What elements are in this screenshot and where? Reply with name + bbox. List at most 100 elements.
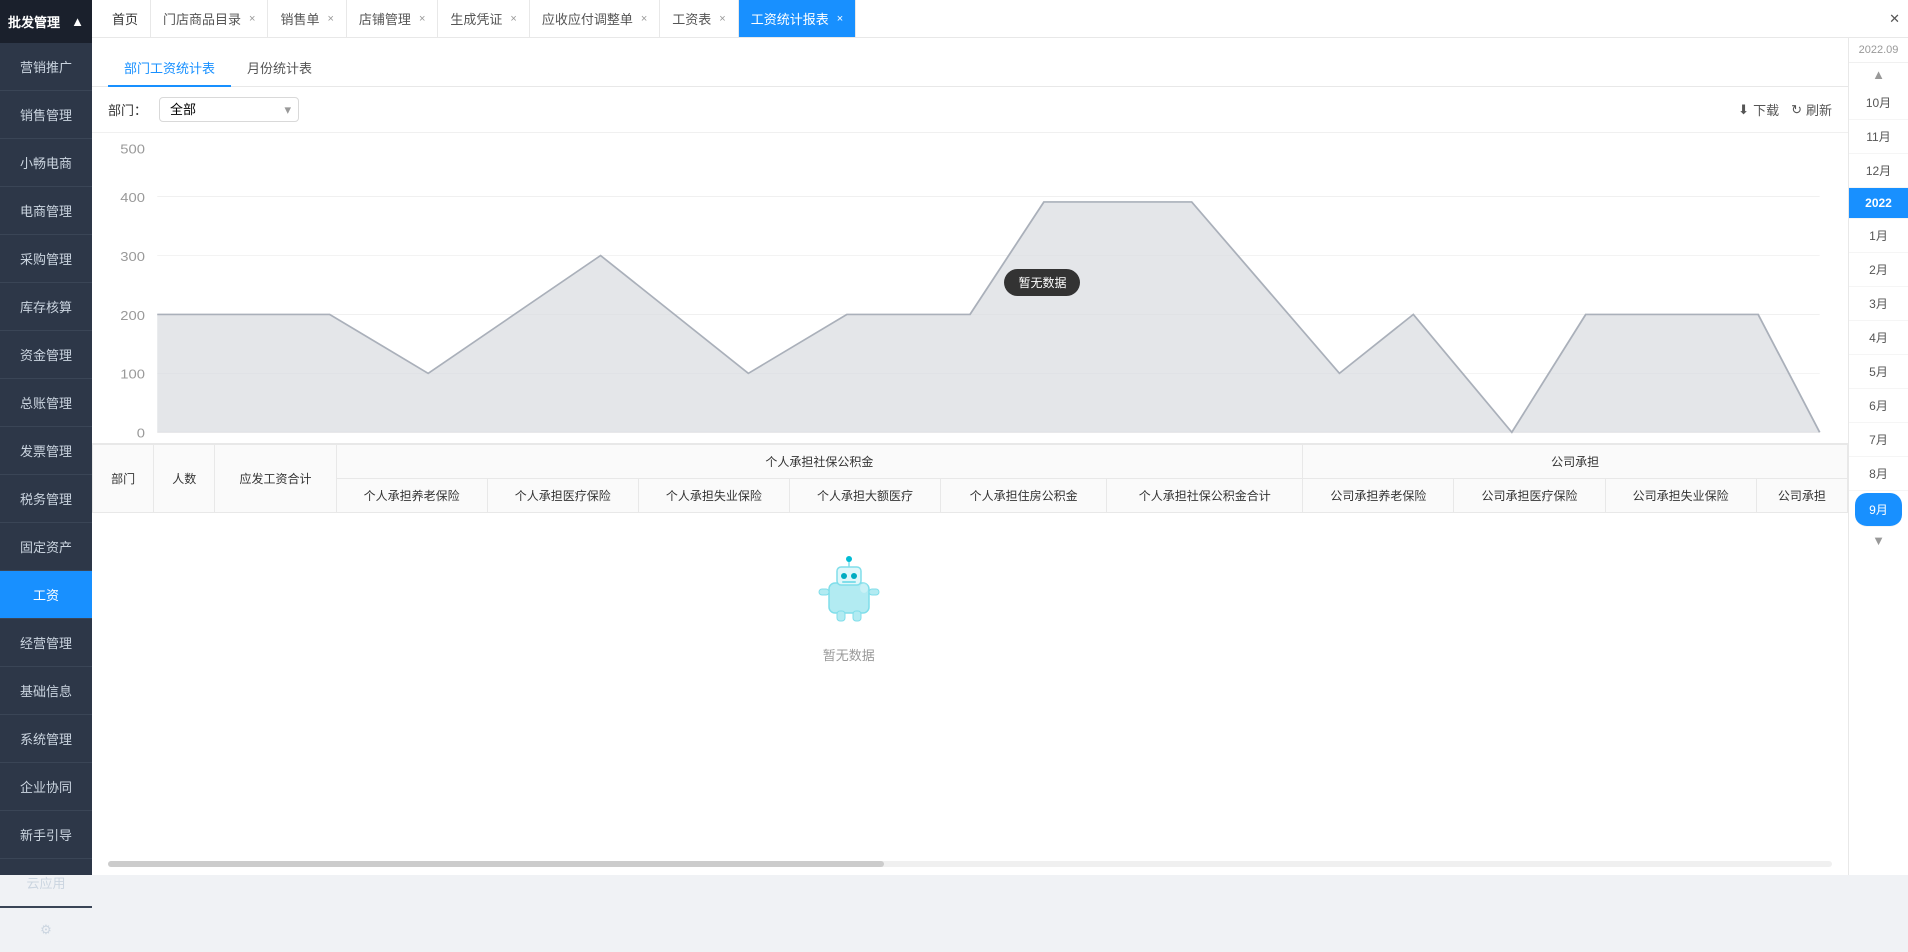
tab-label-2: 销售单	[280, 9, 319, 28]
gear-icon: ⚙	[40, 922, 52, 937]
sidebar-item-5[interactable]: 库存核算	[0, 283, 92, 331]
sidebar-item-7[interactable]: 总账管理	[0, 379, 92, 427]
tab-bar: 首页门店商品目录×销售单×店铺管理×生成凭证×应收应付调整单×工资表×工资统计报…	[92, 0, 1908, 38]
sub-tabs: 部门工资统计表月份统计表	[92, 38, 1848, 87]
tab-7[interactable]: 工资统计报表 ×	[739, 0, 856, 37]
tab-3[interactable]: 店铺管理 ×	[347, 0, 438, 37]
date-month-12[interactable]: 9月	[1855, 493, 1902, 527]
sidebar-item-1[interactable]: 销售管理	[0, 91, 92, 139]
th-personal-medical: 个人承担医疗保险	[487, 479, 638, 513]
empty-state: 暂无数据	[93, 513, 1606, 704]
th-dept: 部门	[93, 445, 154, 513]
sidebar: 批发管理 ▲ 营销推广销售管理小畅电商电商管理采购管理库存核算资金管理总账管理发…	[0, 0, 92, 875]
tab-close-7[interactable]: ×	[837, 13, 843, 25]
tab-5[interactable]: 应收应付调整单×	[530, 0, 660, 37]
th-count: 人数	[154, 445, 215, 513]
tab-label-1: 门店商品目录	[163, 9, 241, 28]
refresh-label: 刷新	[1806, 100, 1832, 119]
tab-2[interactable]: 销售单 ×	[268, 0, 346, 37]
date-month-0[interactable]: 10月	[1849, 86, 1908, 120]
date-month-6[interactable]: 3月	[1849, 287, 1908, 321]
sub-tab-1[interactable]: 月份统计表	[231, 50, 328, 87]
date-month-10[interactable]: 7月	[1849, 423, 1908, 457]
tab-1[interactable]: 门店商品目录 ×	[151, 0, 268, 37]
tab-4[interactable]: 生成凭证×	[438, 0, 529, 37]
sidebar-item-3[interactable]: 电商管理	[0, 187, 92, 235]
tab-6[interactable]: 工资表 ×	[660, 0, 738, 37]
sidebar-item-12[interactable]: 经营管理	[0, 619, 92, 667]
tab-bar-close[interactable]: ✕	[1889, 11, 1900, 27]
chart-tooltip: 暂无数据	[1004, 269, 1080, 296]
table-section[interactable]: 部门 人数 应发工资合计 个人承担社保公积金 公司承担 个人承担养老保险 个人承…	[92, 443, 1848, 853]
date-month-9[interactable]: 6月	[1849, 389, 1908, 423]
download-label: 下载	[1753, 100, 1779, 119]
page-content: 部门工资统计表月份统计表 部门： 全部 ⬇ 下载	[92, 38, 1848, 875]
th-company-pension: 公司承担养老保险	[1303, 479, 1454, 513]
tab-close-6[interactable]: ×	[719, 13, 725, 25]
sidebar-item-10[interactable]: 固定资产	[0, 523, 92, 571]
chart-container: 0 100 200 300 400 500	[108, 143, 1832, 443]
tab-close-3[interactable]: ×	[419, 13, 425, 25]
tab-label-3: 店铺管理	[359, 9, 411, 28]
th-personal-bigmedical: 个人承担大额医疗	[789, 479, 940, 513]
sidebar-item-8[interactable]: 发票管理	[0, 427, 92, 475]
data-table: 部门 人数 应发工资合计 个人承担社保公积金 公司承担 个人承担养老保险 个人承…	[92, 444, 1848, 704]
th-company-medical: 公司承担医疗保险	[1454, 479, 1605, 513]
date-month-7[interactable]: 4月	[1849, 321, 1908, 355]
sub-tab-0[interactable]: 部门工资统计表	[108, 50, 231, 87]
svg-text:300: 300	[120, 249, 145, 264]
tab-close-5[interactable]: ×	[641, 13, 647, 25]
close-icon: ✕	[1889, 11, 1900, 27]
tab-0[interactable]: 首页	[100, 0, 151, 37]
tab-close-1[interactable]: ×	[249, 13, 255, 25]
sidebar-item-16[interactable]: 新手引导	[0, 811, 92, 859]
bottom-scroll[interactable]	[92, 853, 1848, 875]
date-month-8[interactable]: 5月	[1849, 355, 1908, 389]
toolbar-left: 部门： 全部	[108, 97, 299, 122]
sidebar-item-0[interactable]: 营销推广	[0, 43, 92, 91]
th-total-wage: 应发工资合计	[215, 445, 336, 513]
scroll-track	[108, 861, 1832, 867]
date-sidebar: 2022.09 ▲ 10月11月12月20221月2月3月4月5月6月7月8月9…	[1848, 38, 1908, 875]
sidebar-item-15[interactable]: 企业协同	[0, 763, 92, 811]
tab-close-2[interactable]: ×	[327, 13, 333, 25]
th-personal-unemploy: 个人承担失业保险	[638, 479, 789, 513]
tab-label-0: 首页	[112, 9, 138, 28]
th-company-other: 公司承担	[1756, 479, 1847, 513]
dept-label: 部门：	[108, 100, 147, 119]
sidebar-item-2[interactable]: 小畅电商	[0, 139, 92, 187]
date-month-5[interactable]: 2月	[1849, 253, 1908, 287]
date-nav-up[interactable]: ▲	[1849, 63, 1908, 86]
sidebar-item-17[interactable]: 云应用	[0, 859, 92, 907]
date-month-1[interactable]: 11月	[1849, 120, 1908, 154]
sidebar-item-4[interactable]: 采购管理	[0, 235, 92, 283]
tab-label-7: 工资统计报表	[751, 9, 829, 28]
sidebar-settings[interactable]: ⚙	[0, 907, 92, 952]
date-month-11[interactable]: 8月	[1849, 457, 1908, 491]
th-company-unemploy: 公司承担失业保险	[1605, 479, 1756, 513]
sidebar-item-14[interactable]: 系统管理	[0, 715, 92, 763]
sidebar-item-11[interactable]: 工资	[0, 571, 92, 619]
sidebar-collapse-icon: ▲	[71, 14, 84, 29]
svg-text:500: 500	[120, 143, 145, 156]
sidebar-item-13[interactable]: 基础信息	[0, 667, 92, 715]
sidebar-item-6[interactable]: 资金管理	[0, 331, 92, 379]
tooltip-text: 暂无数据	[1018, 276, 1066, 290]
date-month-4[interactable]: 1月	[1849, 219, 1908, 253]
date-month-3[interactable]: 2022	[1849, 188, 1908, 219]
date-nav-down[interactable]: ▼	[1849, 529, 1908, 552]
sidebar-item-9[interactable]: 税务管理	[0, 475, 92, 523]
main-area: 首页门店商品目录×销售单×店铺管理×生成凭证×应收应付调整单×工资表×工资统计报…	[92, 0, 1908, 875]
download-action[interactable]: ⬇ 下载	[1738, 100, 1779, 119]
tab-label-6: 工资表	[672, 9, 711, 28]
date-sidebar-year-display[interactable]: 2022.09	[1849, 38, 1908, 63]
th-personal-total: 个人承担社保公积金合计	[1107, 479, 1303, 513]
refresh-action[interactable]: ↻ 刷新	[1791, 100, 1832, 119]
th-personal-group: 个人承担社保公积金	[336, 445, 1303, 479]
tab-close-4[interactable]: ×	[510, 13, 516, 25]
dept-select[interactable]: 全部	[159, 97, 299, 122]
sidebar-header[interactable]: 批发管理 ▲	[0, 0, 92, 43]
date-month-2[interactable]: 12月	[1849, 154, 1908, 188]
chart-area: 0 100 200 300 400 500	[92, 133, 1848, 443]
sidebar-title: 批发管理	[8, 12, 60, 31]
